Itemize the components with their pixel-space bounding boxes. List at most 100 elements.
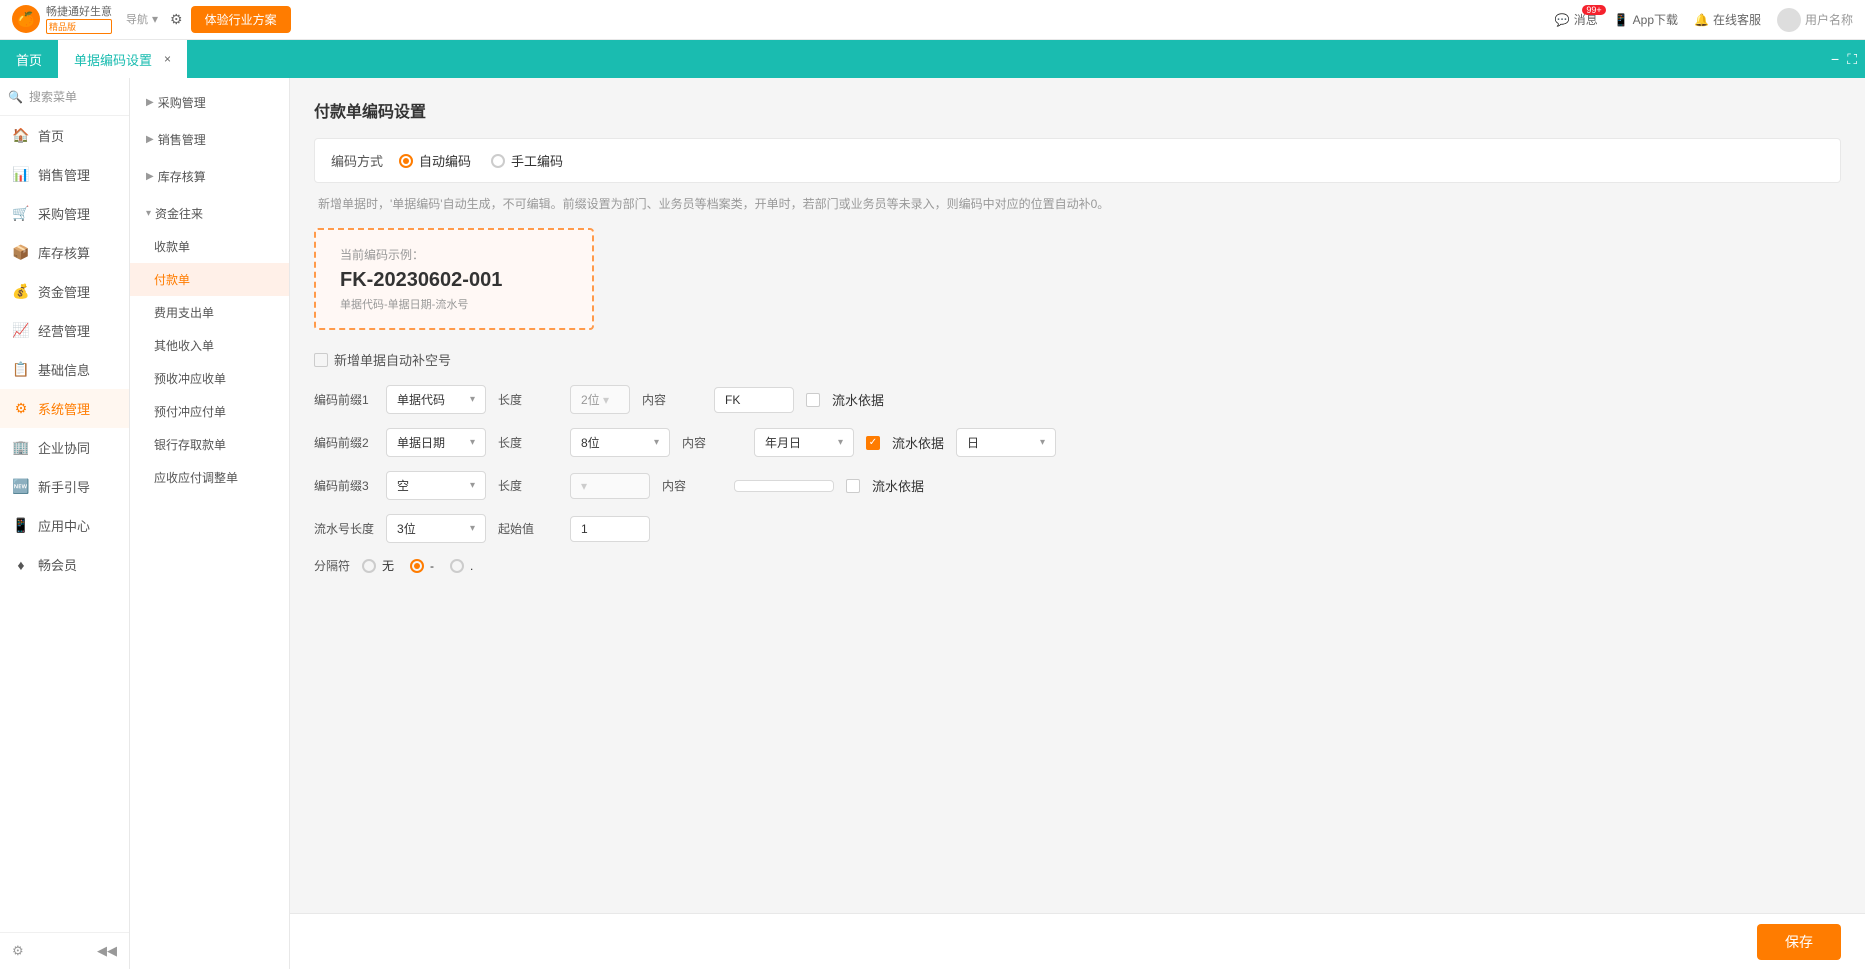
serial-length-select[interactable]: 3位 ▾ (386, 514, 486, 543)
chevron-down-icon: ▾ (1040, 437, 1045, 448)
sidebar-menu: 🏠 首页 📊 销售管理 🛒 采购管理 📦 库存核算 💰 资金管理 📈 经 (0, 116, 129, 932)
prefix2-checkbox[interactable]: ✓ (866, 436, 880, 450)
avatar (1777, 8, 1801, 32)
sidebar-item-label: 首页 (38, 126, 64, 145)
top-bar: 🍊 畅捷通好生意 精品版 导航 ▾ ⚙ 体验行业方案 💬 消息 99+ 📱 Ap… (0, 0, 1865, 40)
app-download-item[interactable]: 📱 App下载 (1614, 11, 1678, 28)
sub-item-other-income[interactable]: 其他收入单 (130, 329, 289, 362)
serial-length-row: 流水号长度 3位 ▾ 起始值 (314, 514, 1841, 543)
prefix3-select[interactable]: 空 ▾ (386, 471, 486, 500)
sub-item-payment[interactable]: 付款单 (130, 263, 289, 296)
chevron-down-icon: ▾ (470, 523, 475, 534)
sidebar-item-guide[interactable]: 🆕 新手引导 (0, 467, 129, 506)
brand-icon: 🍊 (12, 5, 40, 33)
nav-dropdown[interactable]: 导航 ▾ (120, 7, 164, 31)
prefix3-label: 编码前缀3 (314, 477, 374, 494)
save-button[interactable]: 保存 (1757, 924, 1841, 960)
system-icon: ⚙ (12, 400, 30, 418)
chevron-down-icon: ▾ (152, 12, 158, 26)
message-icon: 💬 (1555, 13, 1570, 27)
chevron-right-icon: ▶ (146, 97, 154, 108)
tab-encoding-settings[interactable]: 单据编码设置 × (58, 40, 187, 78)
code-preview-label: 当前编码示例： (340, 246, 568, 263)
sub-group-title-inventory[interactable]: ▶ 库存核算 (130, 160, 289, 193)
radio-auto-encoding[interactable]: 自动编码 (399, 151, 471, 170)
prefix2-select[interactable]: 单据日期 ▾ (386, 428, 486, 457)
sidebar-item-enterprise[interactable]: 🏢 企业协同 (0, 428, 129, 467)
user-info[interactable]: 用户名称 (1777, 8, 1853, 32)
tabs-bar-right: − ⛶ (1831, 51, 1865, 68)
sep-none[interactable]: 无 (362, 557, 394, 574)
encoding-radio-group: 自动编码 手工编码 (399, 151, 563, 170)
message-item[interactable]: 💬 消息 99+ (1555, 11, 1598, 28)
notice-text: 新增单据时，'单据编码'自动生成，不可编辑。前缀设置为部门、业务员等档案类，开单… (314, 195, 1841, 212)
chevron-down-icon: ▾ (581, 479, 587, 493)
sales-icon: 📊 (12, 166, 30, 184)
manual-encoding-label: 手工编码 (511, 151, 563, 170)
sidebar-item-membership[interactable]: ♦ 畅会员 (0, 545, 129, 584)
sidebar-item-finance[interactable]: 💰 资金管理 (0, 272, 129, 311)
sidebar-item-label: 库存核算 (38, 243, 90, 262)
user-name: 用户名称 (1805, 11, 1853, 28)
encoding-method-label: 编码方式 (331, 151, 383, 170)
sidebar: 🔍 搜索菜单 🏠 首页 📊 销售管理 🛒 采购管理 📦 库存核算 💰 (0, 78, 130, 969)
start-value-input[interactable] (570, 516, 650, 542)
prefix3-checkbox-label: 流水依据 (872, 476, 924, 495)
prefix3-checkbox[interactable] (846, 479, 860, 493)
radio-manual-encoding[interactable]: 手工编码 (491, 151, 563, 170)
sidebar-item-sales[interactable]: 📊 销售管理 (0, 155, 129, 194)
auto-fill-label: 新增单据自动补空号 (334, 350, 451, 369)
sidebar-item-basic-info[interactable]: 📋 基础信息 (0, 350, 129, 389)
sub-item-bank-deposit[interactable]: 银行存取款单 (130, 428, 289, 461)
sub-item-receivable-adjust[interactable]: 应收应付调整单 (130, 461, 289, 494)
app-download-icon: 📱 (1614, 13, 1629, 27)
separator-row: 分隔符 无 - . (314, 557, 1841, 574)
sub-item-prepay-receivable[interactable]: 预收冲应收单 (130, 362, 289, 395)
chevron-down-icon: ▾ (603, 393, 609, 407)
code-preview-desc: 单据代码-单据日期-流水号 (340, 296, 568, 312)
content-area: ▶ 采购管理 ▶ 销售管理 ▶ 库存核算 ▾ 资金往来 (130, 78, 1865, 969)
sub-item-receipt[interactable]: 收款单 (130, 230, 289, 263)
prefix3-length-label: 长度 (498, 477, 558, 494)
settings-bottom-icon[interactable]: ⚙ (12, 943, 24, 959)
trial-button[interactable]: 体验行业方案 (191, 6, 291, 33)
sub-group-title-capital[interactable]: ▾ 资金往来 (130, 197, 289, 230)
sidebar-item-inventory[interactable]: 📦 库存核算 (0, 233, 129, 272)
auto-fill-checkbox[interactable] (314, 353, 328, 367)
tab-home[interactable]: 首页 (0, 40, 58, 78)
sidebar-item-home[interactable]: 🏠 首页 (0, 116, 129, 155)
sidebar-item-app-center[interactable]: 📱 应用中心 (0, 506, 129, 545)
sep-none-label: 无 (382, 557, 394, 574)
inventory-icon: 📦 (12, 244, 30, 262)
message-badge: 99+ (1582, 5, 1605, 15)
prefix1-checkbox[interactable] (806, 393, 820, 407)
prefix2-length-select[interactable]: 8位 ▾ (570, 428, 670, 457)
sub-item-expense[interactable]: 费用支出单 (130, 296, 289, 329)
minimize-icon[interactable]: − (1831, 51, 1839, 67)
sidebar-item-operations[interactable]: 📈 经营管理 (0, 311, 129, 350)
prefix1-select[interactable]: 单据代码 ▾ (386, 385, 486, 414)
sep-dash[interactable]: - (410, 559, 434, 573)
sub-group-title-purchase[interactable]: ▶ 采购管理 (130, 86, 289, 119)
serial-length-value: 3位 (397, 520, 416, 537)
sub-item-prepay-payable[interactable]: 预付冲应付单 (130, 395, 289, 428)
settings-icon[interactable]: ⚙ (170, 11, 183, 28)
tab-close-icon[interactable]: × (164, 52, 171, 66)
online-service-item[interactable]: 🔔 在线客服 (1694, 11, 1761, 28)
sidebar-item-label: 系统管理 (38, 399, 90, 418)
page-main: 付款单编码设置 编码方式 自动编码 手工编码 (290, 78, 1865, 913)
prefix3-length-field[interactable]: ▾ (570, 473, 650, 499)
prefix2-content-select[interactable]: 年月日 ▾ (754, 428, 854, 457)
collapse-icon[interactable]: ◀◀ (97, 943, 117, 959)
sidebar-item-system[interactable]: ⚙ 系统管理 (0, 389, 129, 428)
radio-sep-none-dot (362, 559, 376, 573)
prefix3-content-input[interactable] (734, 480, 834, 492)
maximize-icon[interactable]: ⛶ (1847, 51, 1857, 68)
sidebar-search[interactable]: 🔍 搜索菜单 (0, 78, 129, 116)
sep-dot[interactable]: . (450, 559, 473, 573)
sub-group-capital: ▾ 资金往来 收款单 付款单 费用支出单 其他收入单 预收冲应收单 预付冲应付单… (130, 197, 289, 494)
sidebar-item-purchase[interactable]: 🛒 采购管理 (0, 194, 129, 233)
prefix2-extra-select[interactable]: 日 ▾ (956, 428, 1056, 457)
sub-group-title-sales[interactable]: ▶ 销售管理 (130, 123, 289, 156)
config-row-prefix1: 编码前缀1 单据代码 ▾ 长度 2位 ▾ 内容 FK 流水依据 (314, 385, 1841, 414)
